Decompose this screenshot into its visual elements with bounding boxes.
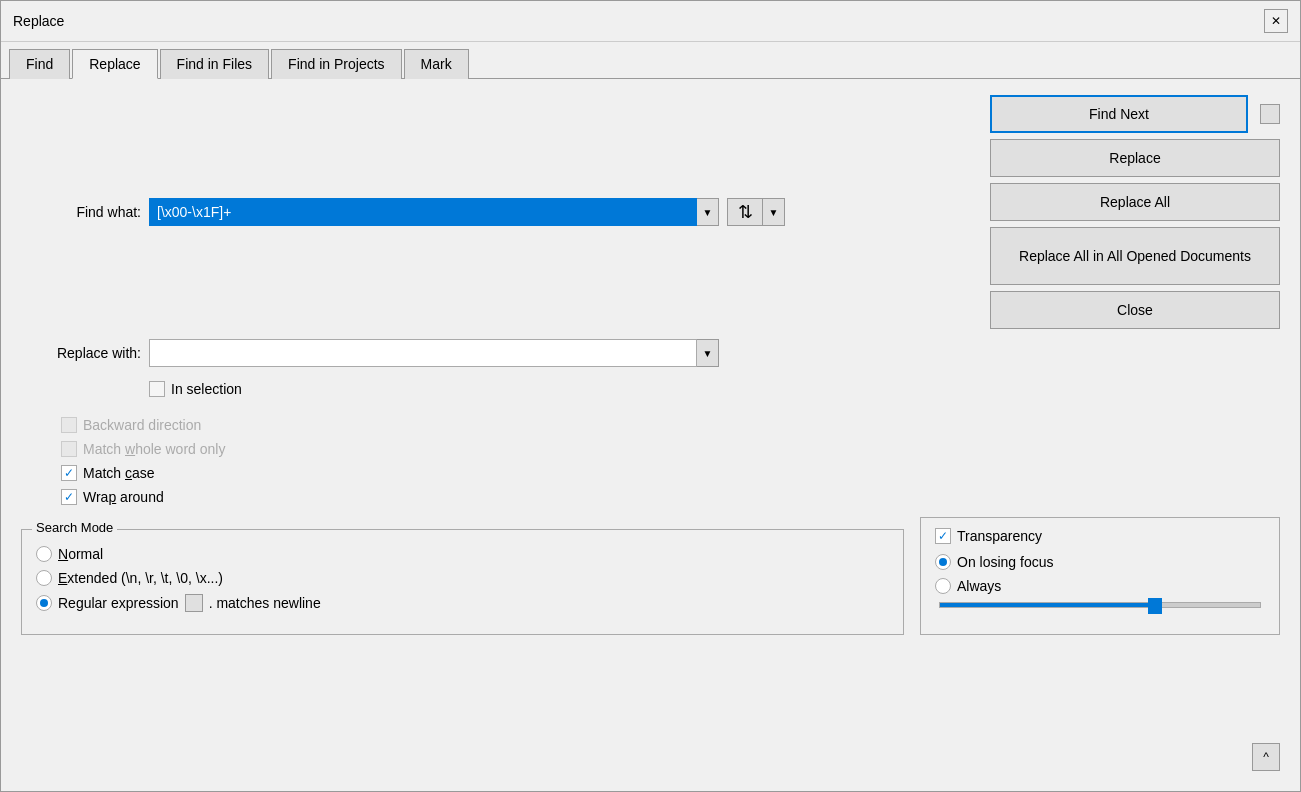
always-label: Always xyxy=(957,578,1001,594)
search-mode-box: Search Mode Normal Extended (\n, \r, \t,… xyxy=(21,529,904,635)
replace-dialog: Replace ✕ Find Replace Find in Files Fin… xyxy=(0,0,1301,792)
replace-all-button[interactable]: Replace All xyxy=(990,183,1280,221)
on-losing-focus-row: On losing focus xyxy=(935,554,1265,570)
close-title-btn[interactable]: ✕ xyxy=(1264,9,1288,33)
wrap-around-checkbox[interactable] xyxy=(61,489,77,505)
replace-all-opened-button[interactable]: Replace All in All Opened Documents xyxy=(990,227,1280,285)
match-case-checkbox[interactable] xyxy=(61,465,77,481)
wrap-around-row: Wrap around xyxy=(61,489,1280,505)
transparency-slider-fill xyxy=(940,603,1158,607)
regex-radio[interactable] xyxy=(36,595,52,611)
newline-checkbox[interactable] xyxy=(185,594,203,612)
bottom-panels: Search Mode Normal Extended (\n, \r, \t,… xyxy=(21,517,1280,635)
tab-replace[interactable]: Replace xyxy=(72,49,157,79)
dialog-body: Find what: ▼ ⇅ ▼ Find Next Replace Repla… xyxy=(1,79,1300,791)
extended-radio-row: Extended (\n, \r, \t, \0, \x...) xyxy=(36,570,889,586)
find-what-dropdown[interactable]: ▼ xyxy=(697,198,719,226)
extended-radio[interactable] xyxy=(36,570,52,586)
normal-radio-row: Normal xyxy=(36,546,889,562)
replace-with-row: Replace with: ▼ xyxy=(21,339,1280,367)
normal-label: Normal xyxy=(58,546,103,562)
transparency-slider-track xyxy=(939,602,1261,608)
title-bar: Replace ✕ xyxy=(1,1,1300,42)
find-next-checkbox[interactable] xyxy=(1260,104,1280,124)
find-what-row: Find what: ▼ ⇅ ▼ Find Next Replace Repla… xyxy=(21,95,1280,329)
transparency-slider-thumb[interactable] xyxy=(1148,598,1162,614)
wrap-around-label: Wrap around xyxy=(83,489,164,505)
always-row: Always xyxy=(935,578,1265,594)
tab-find-in-projects[interactable]: Find in Projects xyxy=(271,49,401,79)
replace-with-input[interactable] xyxy=(149,339,697,367)
replace-button[interactable]: Replace xyxy=(990,139,1280,177)
match-whole-word-row: Match whole word only xyxy=(61,441,1280,457)
match-whole-word-checkbox[interactable] xyxy=(61,441,77,457)
match-whole-word-label: Match whole word only xyxy=(83,441,225,457)
find-what-input-group: ▼ xyxy=(149,198,719,226)
normal-radio[interactable] xyxy=(36,546,52,562)
dialog-close-button[interactable]: Close xyxy=(990,291,1280,329)
search-mode-panel: Search Mode Normal Extended (\n, \r, \t,… xyxy=(21,517,904,635)
backward-direction-label: Backward direction xyxy=(83,417,201,433)
backward-direction-checkbox[interactable] xyxy=(61,417,77,433)
tab-bar: Find Replace Find in Files Find in Proje… xyxy=(1,42,1300,79)
find-what-input[interactable] xyxy=(149,198,697,226)
match-case-row: Match case xyxy=(61,465,1280,481)
regex-radio-row: Regular expression . matches newline xyxy=(36,594,889,612)
backward-direction-row: Backward direction xyxy=(61,417,1280,433)
always-radio[interactable] xyxy=(935,578,951,594)
tab-mark[interactable]: Mark xyxy=(404,49,469,79)
swap-button[interactable]: ⇅ xyxy=(727,198,763,226)
in-selection-area: In selection xyxy=(149,381,1280,397)
options-section: Backward direction Match whole word only… xyxy=(21,417,1280,505)
swap-dropdown[interactable]: ▼ xyxy=(763,198,785,226)
regex-label: Regular expression xyxy=(58,595,179,611)
scroll-up-button[interactable]: ^ xyxy=(1252,743,1280,771)
transparency-checkbox[interactable] xyxy=(935,528,951,544)
replace-with-input-group: ▼ xyxy=(149,339,719,367)
find-what-label: Find what: xyxy=(21,204,141,220)
transparency-header: Transparency xyxy=(935,528,1265,544)
search-mode-legend: Search Mode xyxy=(32,520,117,535)
tab-find[interactable]: Find xyxy=(9,49,70,79)
on-losing-focus-radio[interactable] xyxy=(935,554,951,570)
replace-with-dropdown[interactable]: ▼ xyxy=(697,339,719,367)
transparency-panel: Transparency On losing focus Always xyxy=(920,517,1280,635)
swap-btn-group: ⇅ ▼ xyxy=(727,198,785,226)
transparency-label: Transparency xyxy=(957,528,1042,544)
match-case-label: Match case xyxy=(83,465,155,481)
transparency-slider-container xyxy=(935,602,1265,608)
in-selection-checkbox[interactable] xyxy=(149,381,165,397)
replace-with-label: Replace with: xyxy=(21,345,141,361)
extended-label: Extended (\n, \r, \t, \0, \x...) xyxy=(58,570,223,586)
in-selection-label: In selection xyxy=(171,381,242,397)
newline-label: . matches newline xyxy=(209,595,321,611)
tab-find-in-files[interactable]: Find in Files xyxy=(160,49,269,79)
find-next-button[interactable]: Find Next xyxy=(990,95,1248,133)
dialog-title: Replace xyxy=(13,13,64,29)
on-losing-focus-label: On losing focus xyxy=(957,554,1054,570)
